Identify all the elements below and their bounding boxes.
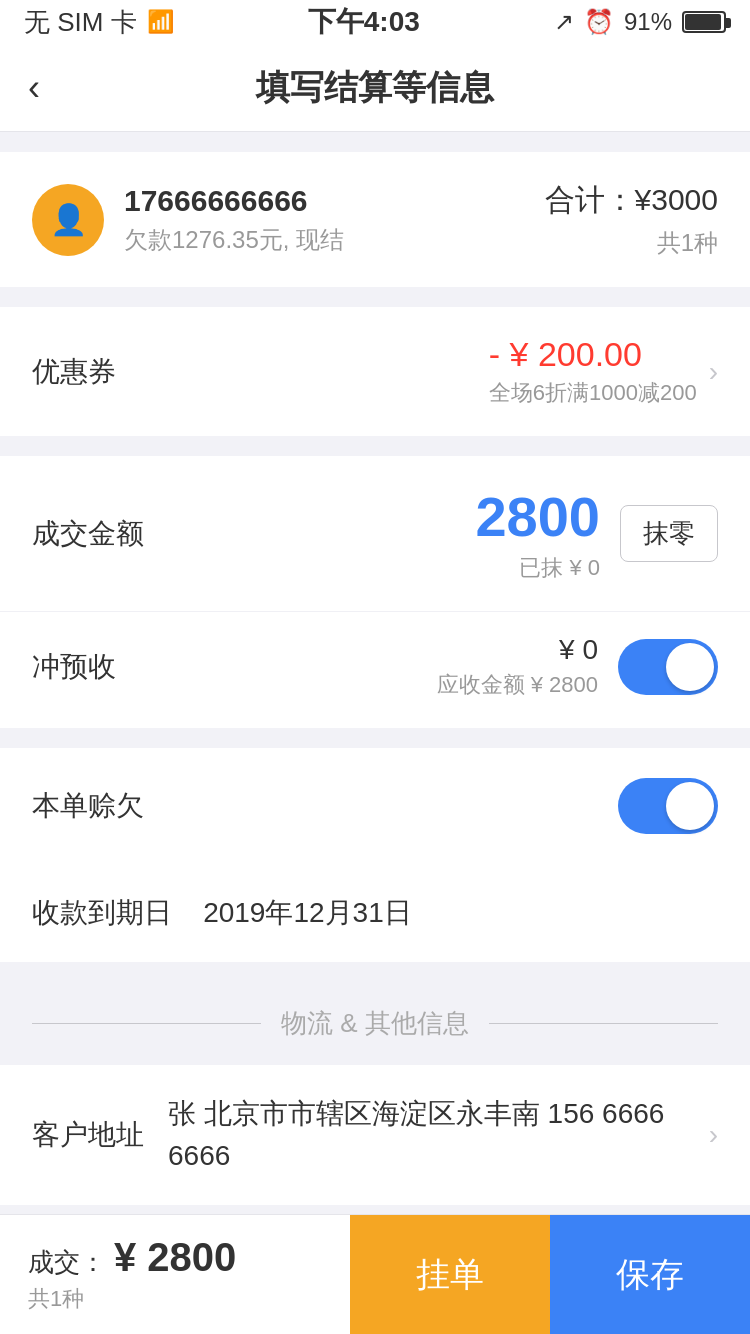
prepay-toggle[interactable] — [618, 639, 718, 695]
logistics-label: 物流 & 其他信息 — [281, 1006, 469, 1041]
round-button[interactable]: 抹零 — [620, 505, 718, 562]
amount-right: 2800 已抹 ¥ 0 抹零 — [475, 484, 718, 583]
battery-icon — [682, 11, 726, 33]
debt-toggle[interactable] — [618, 778, 718, 834]
prepay-amount: ¥ 0 — [437, 634, 598, 666]
address-arrow-icon: › — [709, 1119, 718, 1151]
address-value: 张 北京市市辖区海淀区永丰南 156 6666 6666 — [168, 1093, 709, 1177]
save-button[interactable]: 保存 — [550, 1215, 750, 1335]
customer-info: 17666666666 欠款1276.35元, 现结 — [124, 184, 344, 256]
prepay-value-container: ¥ 0 应收金额 ¥ 2800 — [437, 634, 598, 700]
section-gap-2 — [0, 436, 750, 456]
debt-row: 本单赊欠 — [0, 748, 750, 864]
status-bar: 无 SIM 卡 📶 下午4:03 ↗ ⏰ 91% — [0, 0, 750, 44]
customer-debt: 欠款1276.35元, 现结 — [124, 224, 344, 256]
wifi-icon: 📶 — [147, 9, 174, 35]
bottom-count: 共1种 — [28, 1284, 322, 1314]
coupon-desc: 全场6折满1000减200 — [489, 378, 697, 408]
divider-line-left — [32, 1023, 261, 1024]
alarm-icon: ⏰ — [584, 8, 614, 36]
coupon-right: - ¥ 200.00 全场6折满1000减200 › — [489, 335, 718, 408]
total-amount: 合计：¥3000 — [545, 180, 718, 221]
bottom-info: 成交： ¥ 2800 共1种 — [0, 1235, 350, 1314]
bottom-amount: ¥ 2800 — [114, 1235, 236, 1280]
customer-phone: 17666666666 — [124, 184, 344, 218]
prepay-right: ¥ 0 应收金额 ¥ 2800 — [437, 634, 718, 700]
customer-right: 合计：¥3000 共1种 — [545, 180, 718, 259]
clock-label: 下午4:03 — [308, 3, 420, 41]
bottom-deal-label: 成交： — [28, 1245, 106, 1280]
amount-section: 成交金额 2800 已抹 ¥ 0 抹零 冲预收 ¥ 0 应收金额 ¥ 2800 — [0, 456, 750, 728]
amount-value: 2800 — [475, 484, 600, 549]
prepay-row: 冲预收 ¥ 0 应收金额 ¥ 2800 — [0, 612, 750, 728]
avatar-icon: 👤 — [50, 202, 87, 237]
hold-button[interactable]: 挂单 — [350, 1215, 550, 1335]
coupon-discount: - ¥ 200.00 — [489, 335, 697, 374]
address-row[interactable]: 客户地址 张 北京市市辖区海淀区永丰南 156 6666 6666 › — [0, 1065, 750, 1205]
total-count: 共1种 — [545, 227, 718, 259]
prepay-label: 冲预收 — [32, 648, 116, 686]
amount-value-container: 2800 已抹 ¥ 0 — [475, 484, 600, 583]
coupon-row[interactable]: 优惠券 - ¥ 200.00 全场6折满1000减200 › — [0, 307, 750, 436]
due-date-label: 收款到期日 — [32, 897, 172, 928]
divider-line-right — [489, 1023, 718, 1024]
back-icon: ‹ — [28, 67, 40, 109]
status-left: 无 SIM 卡 📶 — [24, 5, 174, 40]
coupon-info: - ¥ 200.00 全场6折满1000减200 — [489, 335, 697, 408]
due-date-row: 收款到期日 2019年12月31日 — [0, 864, 750, 962]
amount-label: 成交金额 — [32, 515, 144, 553]
coupon-arrow-icon: › — [709, 356, 718, 388]
page-title: 填写结算等信息 — [256, 65, 494, 111]
carrier-label: 无 SIM 卡 — [24, 5, 137, 40]
section-gap-4 — [0, 962, 750, 982]
customer-left: 👤 17666666666 欠款1276.35元, 现结 — [32, 184, 344, 256]
status-right: ↗ ⏰ 91% — [554, 8, 726, 36]
prepay-sub: 应收金额 ¥ 2800 — [437, 670, 598, 700]
debt-label: 本单赊欠 — [32, 787, 144, 825]
due-date-content: 收款到期日 2019年12月31日 — [32, 897, 412, 928]
battery-label: 91% — [624, 8, 672, 36]
address-label: 客户地址 — [32, 1116, 144, 1154]
amount-row: 成交金额 2800 已抹 ¥ 0 抹零 — [0, 456, 750, 612]
bottom-bar: 成交： ¥ 2800 共1种 挂单 保存 — [0, 1214, 750, 1334]
coupon-label: 优惠券 — [32, 353, 116, 391]
location-icon: ↗ — [554, 8, 574, 36]
logistics-divider: 物流 & 其他信息 — [0, 982, 750, 1065]
section-gap-3 — [0, 728, 750, 748]
avatar: 👤 — [32, 184, 104, 256]
section-gap-1 — [0, 287, 750, 307]
amount-sub: 已抹 ¥ 0 — [475, 553, 600, 583]
customer-card: 👤 17666666666 欠款1276.35元, 现结 合计：¥3000 共1… — [0, 152, 750, 287]
back-button[interactable]: ‹ — [28, 67, 40, 109]
nav-bar: ‹ 填写结算等信息 — [0, 44, 750, 132]
due-date-value: 2019年12月31日 — [203, 897, 412, 928]
prepay-toggle-knob — [666, 643, 714, 691]
debt-toggle-knob — [666, 782, 714, 830]
